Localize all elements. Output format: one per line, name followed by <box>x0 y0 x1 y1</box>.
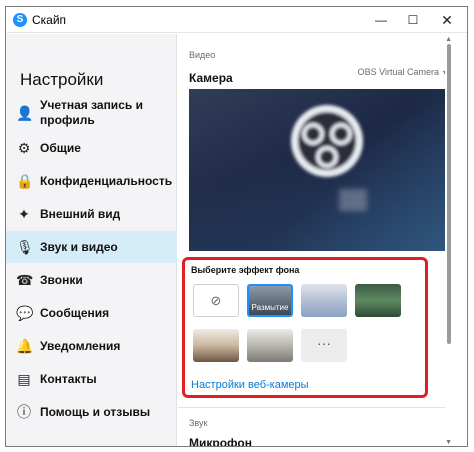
maximize-button[interactable]: ☐ <box>397 7 429 33</box>
scroll-up-icon[interactable]: ▲ <box>445 36 452 43</box>
effect-blur-label: Размытие <box>251 303 289 312</box>
minimize-button[interactable]: — <box>365 7 397 33</box>
more-icon: ··· <box>317 335 331 351</box>
effect-image-tile[interactable] <box>355 284 401 317</box>
chat-icon: 💬 <box>16 305 34 321</box>
camera-preview <box>189 89 451 251</box>
account-icon: 👤 <box>16 105 34 121</box>
info-icon: ⓘ <box>17 404 31 420</box>
sidebar-item-appearance[interactable]: ✦ Внешний вид <box>6 198 177 230</box>
sidebar-item-privacy[interactable]: 🔒 Конфиденциальность <box>6 165 177 197</box>
phone-icon: ☎ <box>16 272 34 288</box>
sidebar-item-label: Звук и видео <box>40 240 118 254</box>
sidebar-item-audio-video[interactable]: 🎙 Звук и видео <box>6 231 177 263</box>
scroll-thumb[interactable] <box>447 44 451 344</box>
sidebar-item-label: Звонки <box>40 273 83 287</box>
sidebar-item-label: Контакты <box>40 372 97 386</box>
effect-image-tile[interactable] <box>301 284 347 317</box>
lock-icon: 🔒 <box>16 173 34 189</box>
camera-select[interactable]: OBS Virtual Camera▾ <box>358 67 447 77</box>
settings-main-panel: Видео Камера OBS Virtual Camera▾ <box>178 34 453 447</box>
sidebar-item-notifications[interactable]: 🔔 Уведомления <box>6 330 177 362</box>
video-section-label: Видео <box>189 50 216 60</box>
webcam-settings-link[interactable]: Настройки веб-камеры <box>191 379 309 391</box>
obs-logo-icon <box>291 105 363 177</box>
camera-title: Камера <box>189 71 233 85</box>
effect-none-tile[interactable]: ⊘ <box>193 284 239 317</box>
contacts-icon: ▤ <box>17 371 31 387</box>
sidebar-item-label: Общие <box>40 141 81 155</box>
sidebar-item-label: Внешний вид <box>40 207 121 221</box>
effect-blur-tile[interactable]: Размытие <box>247 284 293 317</box>
effects-title: Выберите эффект фона <box>191 265 300 275</box>
sidebar-item-label: Конфиденциальность <box>40 174 173 188</box>
sidebar-item-label: Сообщения <box>40 306 110 320</box>
effect-image-tile[interactable] <box>247 329 293 362</box>
section-divider <box>178 407 453 408</box>
no-effect-icon: ⊘ <box>210 293 222 308</box>
sidebar-item-general[interactable]: ⚙ Общие <box>6 132 177 164</box>
settings-title: Настройки <box>20 70 104 89</box>
sidebar-item-calls[interactable]: ☎ Звонки <box>6 264 177 296</box>
window-title: Скайп <box>32 13 67 27</box>
sidebar-item-messages[interactable]: 💬 Сообщения <box>6 297 177 329</box>
microphone-title: Микрофон <box>189 436 252 447</box>
close-button[interactable]: ✕ <box>431 7 463 33</box>
bell-icon: 🔔 <box>16 338 34 354</box>
skype-window: S Скайп — ☐ ✕ Настройки 👤 Учетная запись… <box>5 6 468 447</box>
camera-select-value: OBS Virtual Camera <box>357 67 439 77</box>
main-scrollbar[interactable]: ▲ ▼ <box>445 34 453 446</box>
title-bar: S Скайп — ☐ ✕ <box>6 7 467 33</box>
sidebar-item-help[interactable]: ⓘ Помощь и отзывы <box>6 396 177 428</box>
sidebar-item-label: Помощь и отзывы <box>40 405 151 419</box>
more-effects-button[interactable]: ··· <box>301 329 347 362</box>
scroll-down-icon[interactable]: ▼ <box>445 439 452 446</box>
skype-logo-icon: S <box>13 13 27 27</box>
gear-icon: ⚙ <box>17 140 31 156</box>
sound-section-label: Звук <box>189 418 208 428</box>
sidebar-item-account[interactable]: 👤 Учетная запись и профиль <box>6 94 177 132</box>
background-effects-highlight <box>182 257 428 398</box>
sidebar-item-label: Учетная запись и профиль <box>40 98 143 127</box>
effect-image-tile[interactable] <box>193 329 239 362</box>
sidebar-item-label: Уведомления <box>40 339 121 353</box>
microphone-icon: 🎙 <box>16 239 34 255</box>
magic-wand-icon: ✦ <box>18 206 30 222</box>
settings-sidebar: Настройки 👤 Учетная запись и профиль ⚙ О… <box>6 34 177 446</box>
sidebar-item-contacts[interactable]: ▤ Контакты <box>6 363 177 395</box>
